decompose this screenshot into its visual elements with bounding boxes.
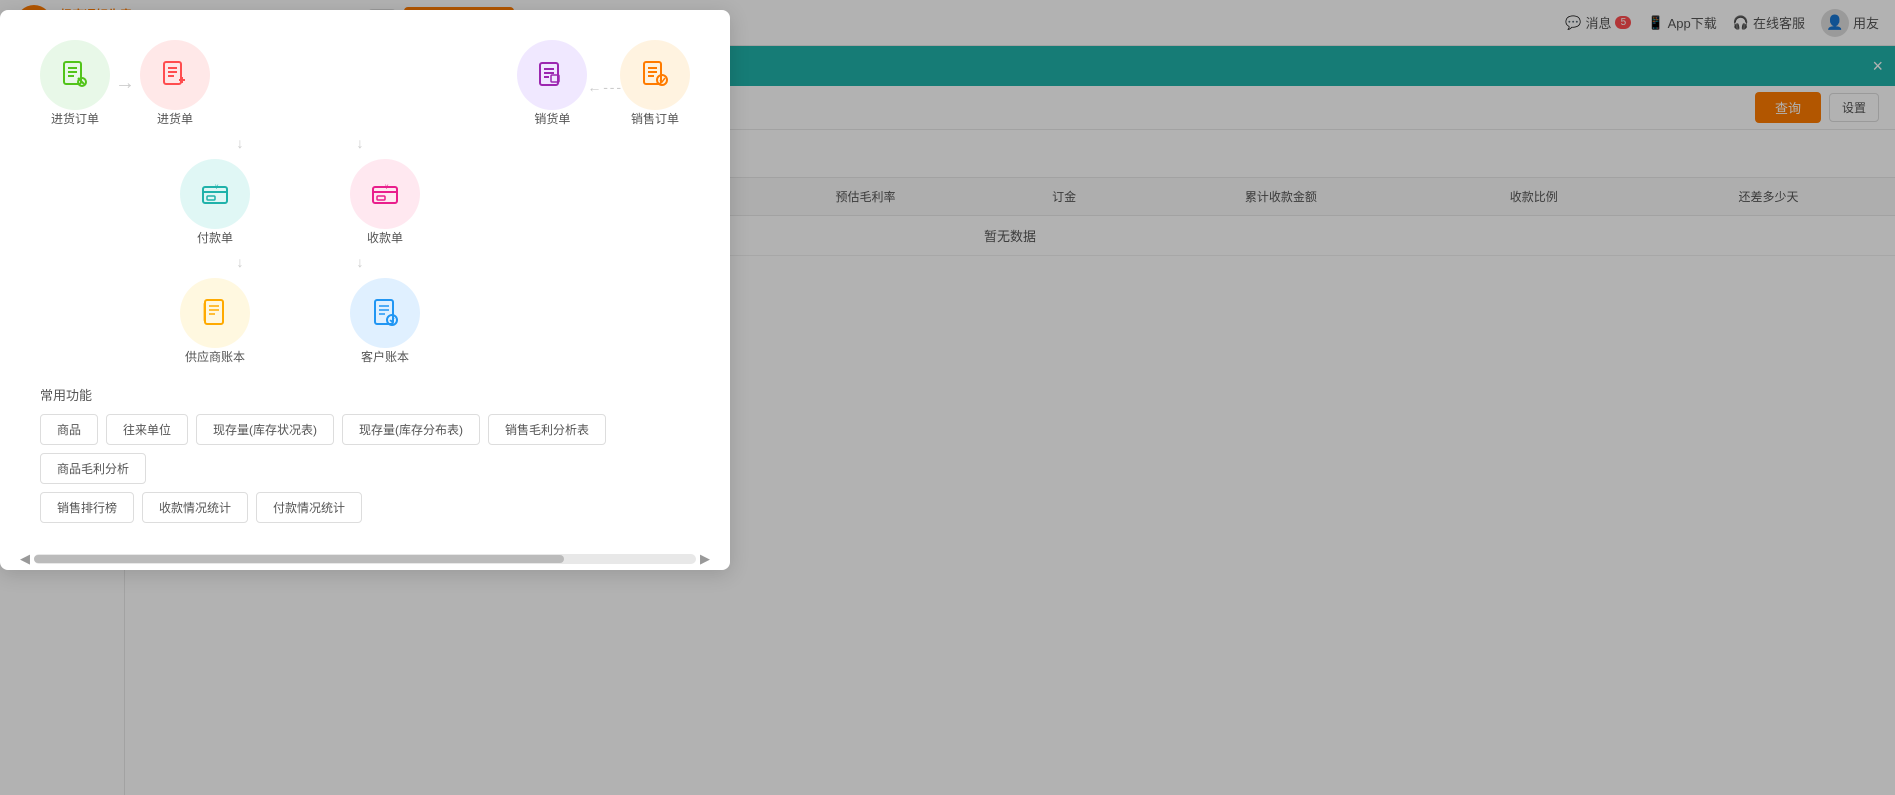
spacer3	[420, 131, 570, 155]
customer-ledger-icon[interactable]	[350, 278, 420, 348]
down-arrow-2: ↓	[300, 135, 420, 151]
supplier-ledger-label: 供应商账本	[185, 348, 245, 365]
spacer1	[125, 131, 160, 155]
modal-dialog: 进货订单 →	[125, 46, 730, 570]
flow-section: 进货订单 →	[125, 46, 730, 385]
quick-btn-inventory-dist[interactable]: 现存量(库存分布表)	[342, 414, 480, 445]
flow-node-supplier-ledger: 供应商账本	[180, 278, 250, 365]
customer-ledger-label: 客户账本	[361, 348, 409, 365]
sales-order-label: 销售订单	[631, 110, 679, 127]
flow-node-customer-ledger: 客户账本	[350, 278, 420, 365]
down-arrow-purchase: ↓	[180, 131, 300, 155]
down-arrow-1: ↓	[180, 135, 300, 151]
purchase-bill-label: 进货单	[157, 110, 193, 127]
down-arrow-3: ↓	[180, 254, 300, 270]
payment-bill-label: 付款单	[197, 229, 233, 246]
dashed-arrow: ← - - -	[587, 79, 620, 95]
quick-btn-sales-margin[interactable]: 销售毛利分析表	[488, 414, 606, 445]
modal-scrollbar: ◀ ▶	[125, 551, 730, 570]
sales-bill-icon[interactable]	[517, 46, 587, 110]
quick-btns-row2: 销售排行榜 收款情况统计 付款情况统计	[125, 492, 690, 523]
flow-node-sales-order: 销售订单	[620, 46, 690, 127]
quick-title: 常用功能	[125, 385, 690, 404]
spacer-arrow	[160, 131, 180, 155]
quick-btns-row1: 商品 往来单位 现存量(库存状况表) 现存量(库存分布表) 销售毛利分析表 商品…	[125, 414, 690, 484]
quick-btn-sales-rank[interactable]: 销售排行榜	[125, 492, 134, 523]
down-arrow-receipt: ↓	[300, 250, 420, 274]
overlay[interactable]: 进货订单 →	[125, 46, 1895, 795]
receipt-bill-icon[interactable]: ¥	[350, 159, 420, 229]
scroll-thumb[interactable]	[125, 555, 564, 563]
flow-row-5: 供应商账本	[125, 278, 690, 365]
sp1	[125, 250, 180, 274]
sales-order-icon[interactable]	[620, 46, 690, 110]
quick-btn-payment-stats[interactable]: 付款情况统计	[256, 492, 362, 523]
flow-node-receipt-bill: ¥ 收款单	[350, 159, 420, 246]
arrow-right-1: →	[125, 72, 140, 95]
flow-node-payment-bill: ¥ 付款单	[180, 159, 250, 246]
purchase-bill-icon[interactable]	[140, 46, 210, 110]
flow-node-sales-bill: 销货单	[517, 46, 587, 127]
app-container: 6 畅康通好生意 标准版 装备及固定资产辅助管理系统 ▼ ⚙ 体验行业方案 💬 …	[0, 0, 1895, 795]
spacer4	[570, 131, 690, 155]
down-arrow-sales: ↓	[300, 131, 420, 155]
quick-section: 常用功能 商品 往来单位 现存量(库存状况表) 现存量(库存分布表) 销售毛利分…	[125, 385, 730, 551]
flow-row-4-arrows: ↓ ↓	[125, 250, 690, 274]
receipt-bill-label: 收款单	[367, 229, 403, 246]
flow-row-2-arrows: ↓ ↓	[125, 131, 690, 155]
flow-node-purchase-bill: 进货单	[140, 46, 210, 127]
sales-bill-label: 销货单	[534, 110, 570, 127]
flow-row-3: ¥ 付款单	[125, 159, 690, 246]
main-area: 🔍 搜索菜单 🏠 快捷导航 📢 营销推广 🛒 销售管理 🛍	[0, 46, 1895, 795]
quick-btn-receipt-stats[interactable]: 收款情况统计	[142, 492, 248, 523]
supplier-ledger-icon[interactable]	[180, 278, 250, 348]
flow-row-1: 进货订单 →	[125, 46, 690, 127]
content-area: 首页 销售订单执行表 × × ❓ 帮助 🖨	[125, 46, 1895, 795]
quick-btn-contacts[interactable]: 往来单位	[125, 414, 188, 445]
sp3	[420, 250, 690, 274]
scroll-right-arrow[interactable]: ▶	[700, 551, 710, 567]
quick-btn-inventory-status[interactable]: 现存量(库存状况表)	[196, 414, 334, 445]
down-arrow-payment: ↓	[180, 250, 300, 274]
scroll-track[interactable]	[125, 554, 696, 564]
quick-btn-goods-margin[interactable]: 商品毛利分析	[125, 453, 146, 484]
down-arrow-4: ↓	[300, 254, 420, 270]
payment-bill-icon[interactable]: ¥	[180, 159, 250, 229]
